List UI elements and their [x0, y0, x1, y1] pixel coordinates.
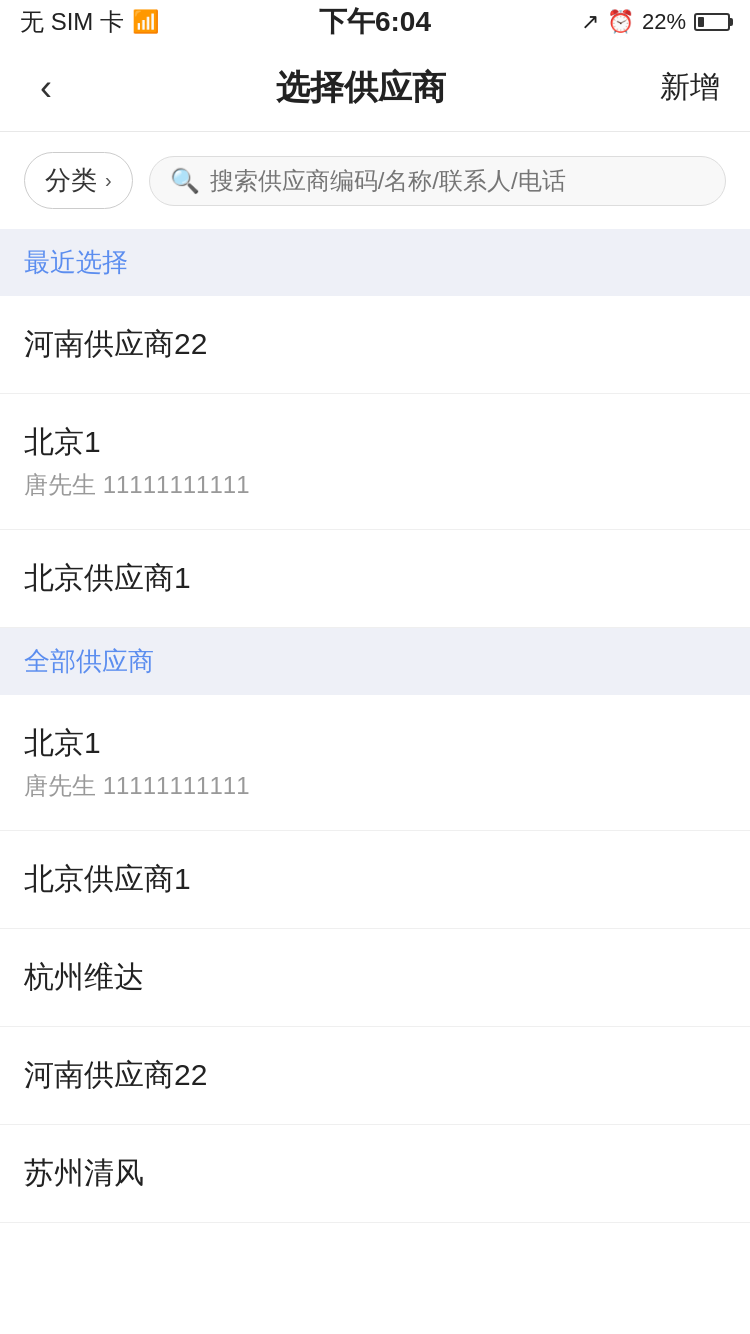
item-name: 北京供应商1 [24, 558, 726, 599]
item-name: 河南供应商22 [24, 324, 726, 365]
item-name: 北京1 [24, 422, 726, 463]
item-detail: 唐先生 11111111111 [24, 770, 726, 802]
all-items-list: 北京1 唐先生 11111111111 北京供应商1 杭州维达河南供应商22 苏州清风 [0, 695, 750, 1223]
sim-text: 无 SIM 卡 [20, 6, 124, 38]
search-input[interactable] [210, 167, 705, 195]
status-right: ↗ ⏰ 22% [581, 9, 730, 35]
page-title: 选择供应商 [276, 65, 446, 111]
search-box[interactable]: 🔍 [149, 156, 726, 206]
list-item[interactable]: 北京1 唐先生 11111111111 [0, 695, 750, 831]
list-item[interactable]: 河南供应商22 [0, 1027, 750, 1125]
item-detail: 唐先生 11111111111 [24, 469, 726, 501]
list-item[interactable]: 苏州清风 [0, 1125, 750, 1223]
battery-indicator [694, 13, 730, 31]
back-button[interactable]: ‹ [30, 57, 62, 119]
add-button[interactable]: 新增 [660, 67, 720, 108]
item-name: 苏州清风 [24, 1153, 726, 1194]
status-left: 无 SIM 卡 📶 [20, 6, 159, 38]
status-bar: 无 SIM 卡 📶 下午6:04 ↗ ⏰ 22% [0, 0, 750, 44]
item-name: 北京1 [24, 723, 726, 764]
item-name: 河南供应商22 [24, 1055, 726, 1096]
battery-percent: 22% [642, 9, 686, 35]
nav-bar: ‹ 选择供应商 新增 [0, 44, 750, 132]
list-item[interactable]: 杭州维达 [0, 929, 750, 1027]
category-button[interactable]: 分类 › [24, 152, 133, 209]
list-item[interactable]: 北京供应商1 [0, 831, 750, 929]
alarm-icon: ⏰ [607, 9, 634, 35]
list-item[interactable]: 北京供应商1 [0, 530, 750, 628]
wifi-icon: 📶 [132, 9, 159, 35]
search-icon: 🔍 [170, 167, 200, 195]
all-section-header: 全部供应商 [0, 628, 750, 695]
item-name: 北京供应商1 [24, 859, 726, 900]
category-label: 分类 [45, 163, 97, 198]
recent-items-list: 河南供应商22 北京1 唐先生 11111111111 北京供应商1 [0, 296, 750, 628]
list-item[interactable]: 河南供应商22 [0, 296, 750, 394]
location-icon: ↗ [581, 9, 599, 35]
status-time: 下午6:04 [319, 3, 431, 41]
item-name: 杭州维达 [24, 957, 726, 998]
chevron-right-icon: › [105, 169, 112, 192]
recent-section-header: 最近选择 [0, 229, 750, 296]
list-item[interactable]: 北京1 唐先生 11111111111 [0, 394, 750, 530]
filter-bar: 分类 › 🔍 [0, 132, 750, 229]
